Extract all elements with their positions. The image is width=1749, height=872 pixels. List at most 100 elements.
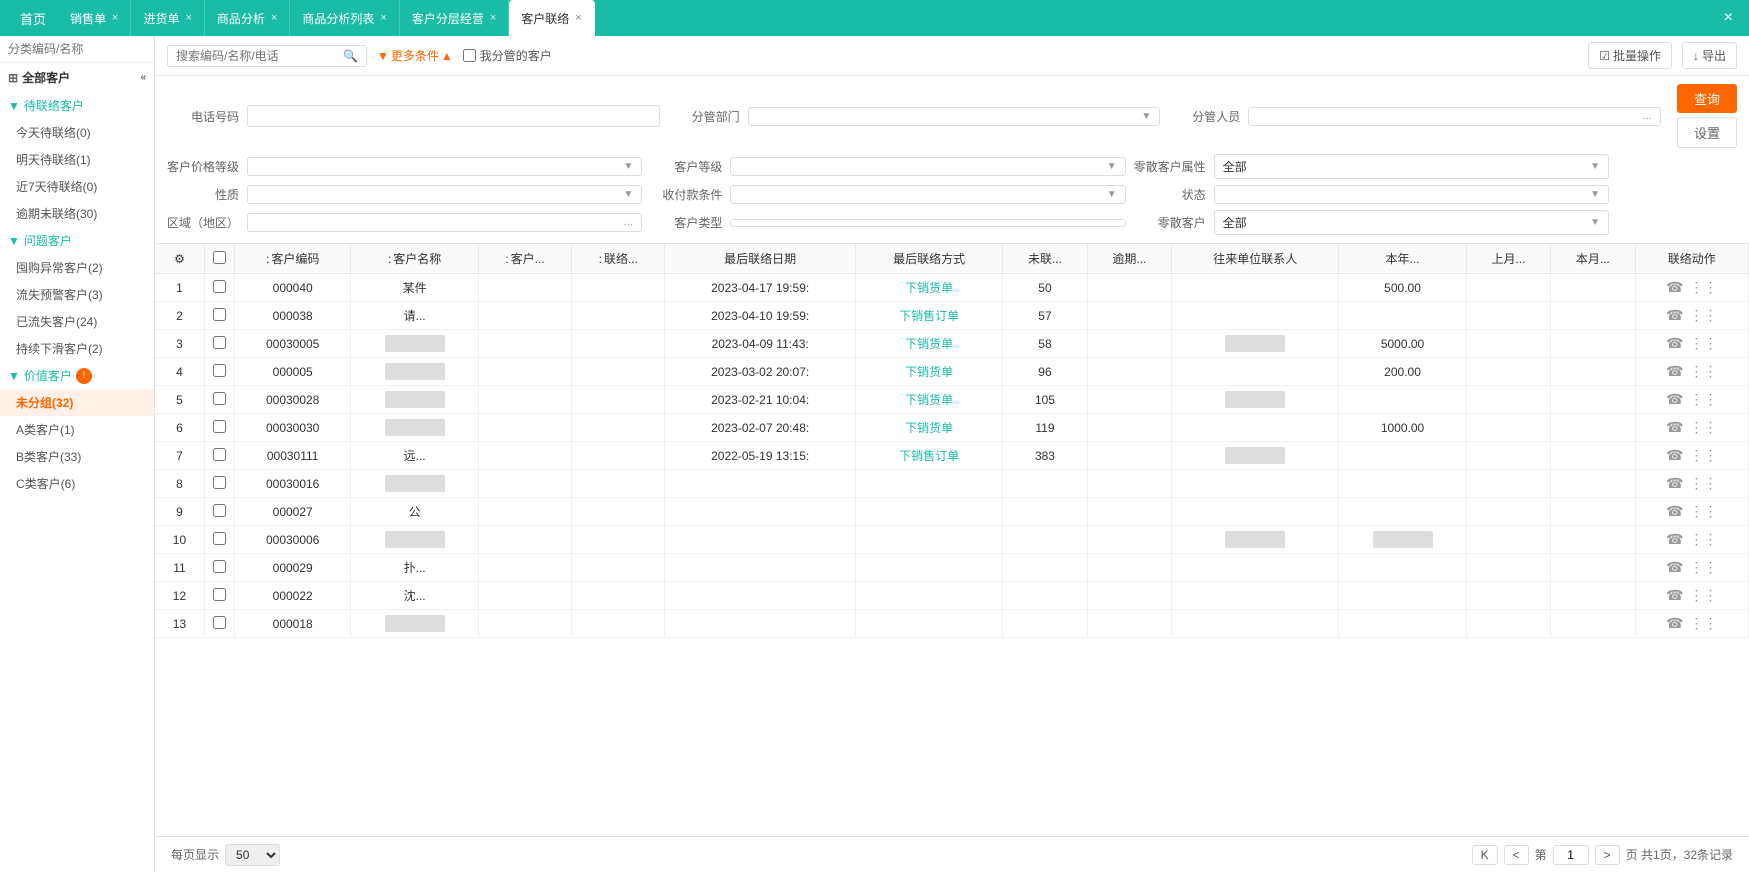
sidebar-item-c-class[interactable]: C类客户(6) xyxy=(0,470,154,497)
manager-select[interactable]: … xyxy=(1248,107,1661,126)
nature-select[interactable]: ▼ xyxy=(247,185,642,204)
last-method-link[interactable]: 下销货单 xyxy=(905,421,953,435)
more-icon[interactable]: ⋮⋮ xyxy=(1690,391,1718,408)
call-icon[interactable]: ☎ xyxy=(1666,419,1683,436)
more-icon[interactable]: ⋮⋮ xyxy=(1690,307,1718,324)
row-checkbox[interactable] xyxy=(213,308,226,321)
sidebar-item-7days[interactable]: 近7天待联络(0) xyxy=(0,173,154,200)
all-customers-header[interactable]: ⊞ 全部客户 « xyxy=(0,63,154,92)
more-icon[interactable]: ⋮⋮ xyxy=(1690,419,1718,436)
call-icon[interactable]: ☎ xyxy=(1666,559,1683,576)
my-customers-checkbox[interactable]: 我分管的客户 xyxy=(463,47,552,64)
retail-customer-select[interactable]: 全部 ▼ xyxy=(1214,210,1609,235)
nav-tab-purchase[interactable]: 进货单 × xyxy=(131,0,204,36)
row-checkbox[interactable] xyxy=(213,280,226,293)
nav-tab-analysis[interactable]: 商品分析 × xyxy=(205,0,290,36)
last-method-link[interactable]: 下销售订单 xyxy=(899,449,959,463)
row-checkbox[interactable] xyxy=(213,448,226,461)
row-checkbox[interactable] xyxy=(213,616,226,629)
retail-attr-select[interactable]: 全部 ▼ xyxy=(1214,154,1609,179)
call-icon[interactable]: ☎ xyxy=(1666,615,1683,632)
more-icon[interactable]: ⋮⋮ xyxy=(1690,279,1718,296)
status-select[interactable]: ▼ xyxy=(1214,185,1609,204)
nav-tab-sales[interactable]: 销售单 × xyxy=(58,0,131,36)
call-icon[interactable]: ☎ xyxy=(1666,531,1683,548)
more-conditions-btn[interactable]: ▼ 更多条件 ▲ xyxy=(377,47,453,64)
cat-column-header[interactable]: :客户... xyxy=(478,244,571,274)
call-icon[interactable]: ☎ xyxy=(1666,503,1683,520)
row-checkbox[interactable] xyxy=(213,532,226,545)
row-checkbox[interactable] xyxy=(213,560,226,573)
prev-page-btn[interactable]: < xyxy=(1504,845,1529,865)
overdue-column-header[interactable]: 逾期... xyxy=(1087,244,1171,274)
last-method-link[interactable]: 下销货单 xyxy=(905,281,953,295)
customer-type-select[interactable] xyxy=(730,219,1125,227)
name-column-header[interactable]: :客户名称 xyxy=(351,244,478,274)
row-checkbox[interactable] xyxy=(213,420,226,433)
sidebar-item-hoard-anomaly[interactable]: 囤购异常客户(2) xyxy=(0,254,154,281)
row-checkbox[interactable] xyxy=(213,476,226,489)
page-number-input[interactable] xyxy=(1553,845,1589,865)
price-level-select[interactable]: ▼ xyxy=(247,157,642,176)
sidebar-item-overdue[interactable]: 逾期未联络(30) xyxy=(0,200,154,227)
last-method-link[interactable]: 下销货单 xyxy=(905,393,953,407)
contact-column-header[interactable]: :联络... xyxy=(572,244,665,274)
row-checkbox[interactable] xyxy=(213,336,226,349)
more-icon[interactable]: ⋮⋮ xyxy=(1690,447,1718,464)
page-size-select[interactable]: 50 20 100 xyxy=(225,844,280,866)
more-icon[interactable]: ⋮⋮ xyxy=(1690,363,1718,380)
main-search-input[interactable] xyxy=(176,49,339,63)
call-icon[interactable]: ☎ xyxy=(1666,307,1683,324)
row-checkbox[interactable] xyxy=(213,588,226,601)
more-icon[interactable]: ⋮⋮ xyxy=(1690,615,1718,632)
nav-tab-segment[interactable]: 客户分层经营 × xyxy=(400,0,509,36)
row-checkbox[interactable] xyxy=(213,504,226,517)
sidebar-item-ungroups[interactable]: 未分组(32) xyxy=(0,389,154,416)
call-icon[interactable]: ☎ xyxy=(1666,279,1683,296)
sidebar-item-churn-warning[interactable]: 流失预警客户(3) xyxy=(0,281,154,308)
first-page-btn[interactable]: K xyxy=(1472,845,1498,865)
problem-group-label[interactable]: ▼ 问题客户 xyxy=(0,227,154,254)
select-all-checkbox[interactable] xyxy=(213,251,226,264)
sidebar-search-input[interactable] xyxy=(8,42,155,56)
select-all-header[interactable] xyxy=(204,244,234,274)
main-search-icon[interactable]: 🔍 xyxy=(343,49,358,63)
sidebar-item-declining[interactable]: 持续下滑客户(2) xyxy=(0,335,154,362)
more-icon[interactable]: ⋮⋮ xyxy=(1690,531,1718,548)
dept-select[interactable]: ▼ xyxy=(748,107,1161,126)
cur-month-column-header[interactable]: 本月... xyxy=(1551,244,1635,274)
more-icon[interactable]: ⋮⋮ xyxy=(1690,335,1718,352)
close-contact-tab[interactable]: × xyxy=(575,12,581,24)
customer-level-select[interactable]: ▼ xyxy=(730,157,1125,176)
sidebar-item-churned[interactable]: 已流失客户(24) xyxy=(0,308,154,335)
call-icon[interactable]: ☎ xyxy=(1666,391,1683,408)
more-icon[interactable]: ⋮⋮ xyxy=(1690,559,1718,576)
window-close-button[interactable]: × xyxy=(1716,9,1741,27)
close-analysis-tab[interactable]: × xyxy=(271,12,277,24)
payment-select[interactable]: ▼ xyxy=(730,185,1125,204)
last-date-column-header[interactable]: 最后联络日期 xyxy=(665,244,856,274)
last-method-link[interactable]: 下销货单 xyxy=(905,337,953,351)
sidebar-item-b-class[interactable]: B类客户(33) xyxy=(0,443,154,470)
reset-button[interactable]: 设置 xyxy=(1677,117,1737,148)
close-purchase-tab[interactable]: × xyxy=(185,12,191,24)
my-customers-check[interactable] xyxy=(463,49,476,62)
call-icon[interactable]: ☎ xyxy=(1666,335,1683,352)
last-month-column-header[interactable]: 上月... xyxy=(1466,244,1550,274)
contacts-column-header[interactable]: 往来单位联系人 xyxy=(1172,244,1339,274)
settings-column-header[interactable]: ⚙ xyxy=(155,244,204,274)
row-checkbox[interactable] xyxy=(213,392,226,405)
close-analysis-list-tab[interactable]: × xyxy=(380,12,386,24)
score-group-label[interactable]: ▼ 价值客户 ! xyxy=(0,362,154,389)
code-column-header[interactable]: :客户编码 xyxy=(234,244,351,274)
row-checkbox[interactable] xyxy=(213,364,226,377)
sidebar-item-tomorrow[interactable]: 明天待联络(1) xyxy=(0,146,154,173)
close-sales-tab[interactable]: × xyxy=(112,12,118,24)
nav-tab-contact[interactable]: 客户联络 × xyxy=(509,0,594,36)
call-icon[interactable]: ☎ xyxy=(1666,587,1683,604)
nav-tab-analysis-list[interactable]: 商品分析列表 × xyxy=(290,0,399,36)
last-method-link[interactable]: 下销售订单 xyxy=(899,309,959,323)
next-page-btn[interactable]: > xyxy=(1595,845,1620,865)
more-icon[interactable]: ⋮⋮ xyxy=(1690,503,1718,520)
sidebar-item-a-class[interactable]: A类客户(1) xyxy=(0,416,154,443)
